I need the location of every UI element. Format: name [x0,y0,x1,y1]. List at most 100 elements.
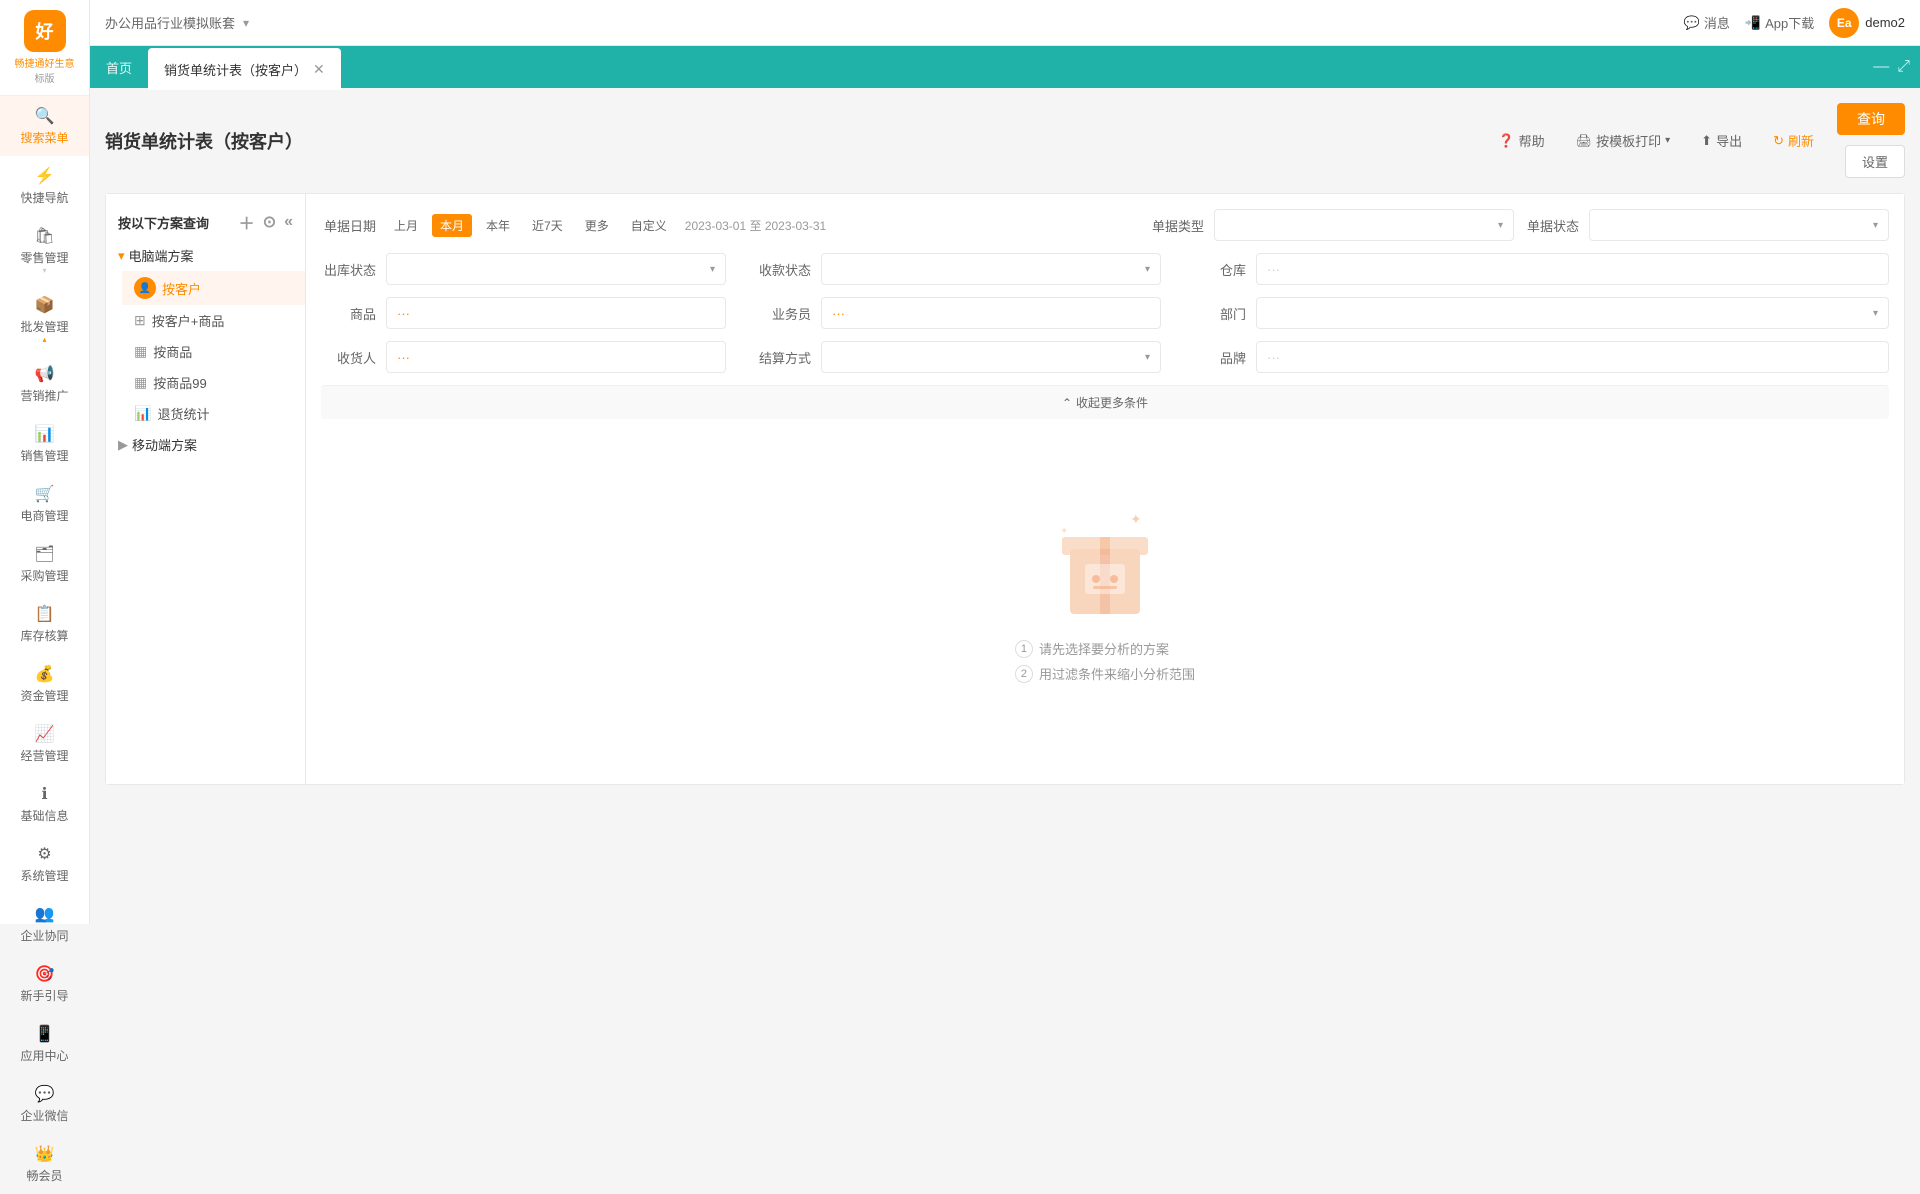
sales-icon: 📊 [35,424,55,444]
tab-home-label: 首页 [106,58,132,77]
sidebar-item-guide[interactable]: 🎯 新手引导 [0,954,89,1014]
tab-close-icon[interactable]: ✕ [313,61,325,78]
sidebar-item-collab[interactable]: 👥 企业协同 [0,894,89,954]
out-status-select[interactable]: ▾ [386,253,726,285]
tree-child-by-goods[interactable]: ▦ 按商品 [122,336,305,367]
tree-desktop-label: 电脑端方案 [129,246,194,265]
date-option-this-month[interactable]: 本月 [432,214,472,237]
sidebar-item-basic[interactable]: ℹ 基础信息 [0,774,89,834]
date-option-this-year[interactable]: 本年 [478,214,518,237]
sidebar-item-wholesale[interactable]: 📦 批发管理 ▴ [0,285,89,354]
appcenter-icon: 📱 [35,1024,55,1044]
export-icon: ⬆ [1701,133,1712,149]
tree-child-label: 按商品 [153,342,192,361]
doc-type-label: 单据类型 [1149,216,1204,235]
tab-sales-stats[interactable]: 销货单统计表（按客户） ✕ [148,48,341,90]
step1-text: 请先选择要分析的方案 [1039,639,1169,658]
salesperson-input[interactable]: ··· [821,297,1161,329]
empty-text: 1 请先选择要分析的方案 2 用过滤条件来缩小分析范围 [1015,639,1195,689]
tree-child-goods99[interactable]: ▦ 按商品99 [122,367,305,398]
tab-home[interactable]: 首页 [90,46,148,88]
sidebar-item-ecommerce[interactable]: 🛒 电商管理 [0,474,89,534]
page-title: 销货单统计表（按客户） [105,128,303,154]
goods-label: 商品 [321,304,376,323]
user-profile[interactable]: Ea demo2 [1829,8,1905,38]
sidebar-item-quicknav[interactable]: ⚡ 快捷导航 [0,156,89,216]
sidebar-item-wechat[interactable]: 💬 企业微信 [0,1074,89,1134]
sidebar-item-retail[interactable]: 🛍 零售管理 ▾ [0,216,89,285]
help-button[interactable]: ❓ 帮助 [1490,127,1552,154]
print-button[interactable]: 🖨 按模板打印 ▾ [1568,127,1679,154]
department-select[interactable]: ▾ [1256,297,1889,329]
user-name: demo2 [1865,15,1905,30]
empty-step1: 1 请先选择要分析的方案 [1015,639,1195,658]
settings-button[interactable]: 设置 [1845,145,1905,178]
collapse-bar[interactable]: ⌃ 收起更多条件 [321,385,1889,419]
export-button[interactable]: ⬆ 导出 [1693,127,1750,154]
sidebar-item-finance[interactable]: 💰 资金管理 [0,654,89,714]
department-label: 部门 [1191,304,1246,323]
receiver-input[interactable]: ··· [386,341,726,373]
tree-mobile-toggle[interactable]: ▶ 移动端方案 [106,429,305,460]
refresh-button[interactable]: ↻ 刷新 [1765,127,1822,154]
sidebar: 好 畅捷通好生意 标版 🔍 搜索菜单 ⚡ 快捷导航 🛍 零售管理 ▾ 📦 批发管… [0,0,90,924]
date-option-7days[interactable]: 近7天 [524,214,571,237]
receiver-label: 收货人 [321,348,376,367]
warehouse-input[interactable]: ··· [1256,253,1889,285]
collapse-panel-icon[interactable]: « [284,213,293,231]
doc-type-select[interactable]: ▾ [1214,209,1514,241]
user-avatar: Ea [1829,8,1859,38]
help-label: 帮助 [1519,131,1545,150]
sidebar-item-appcenter[interactable]: 📱 应用中心 [0,1014,89,1074]
export-label: 导出 [1716,131,1742,150]
message-button[interactable]: 💬 消息 [1684,13,1730,32]
sidebar-item-inventory[interactable]: 📋 库存核算 [0,594,89,654]
sidebar-item-sales[interactable]: 📊 销售管理 [0,414,89,474]
main-area: 办公用品行业模拟账套 ▾ 💬 消息 📲 App下载 Ea demo2 首页 [90,0,1920,924]
date-option-last-month[interactable]: 上月 [386,214,426,237]
print-icon: 🖨 [1576,133,1593,149]
edit-scheme-icon[interactable]: ⊙ [263,212,276,232]
doc-status-label: 单据状态 [1524,216,1579,235]
purchase-label: 采购管理 [20,567,68,584]
ecommerce-label: 电商管理 [20,507,68,524]
app-download-button[interactable]: 📲 App下载 [1745,13,1814,32]
tree-child-by-customer[interactable]: 👤 按客户 [122,271,305,305]
doc-status-select[interactable]: ▾ [1589,209,1889,241]
sidebar-item-search[interactable]: 🔍 搜索菜单 [0,96,89,156]
step2-num: 2 [1015,665,1033,683]
tree-child-customer-goods[interactable]: ⊞ 按客户+商品 [122,305,305,336]
date-option-custom[interactable]: 自定义 [623,214,675,237]
collab-label: 企业协同 [20,927,68,944]
salesperson-dots: ··· [832,306,845,321]
out-status-label: 出库状态 [321,260,376,279]
payment-select[interactable]: ▾ [821,341,1161,373]
empty-step2: 2 用过滤条件来缩小分析范围 [1015,664,1195,683]
logo-icon: 好 [24,10,66,52]
system-icon: ⚙ [37,844,51,864]
logo-text: 畅捷通好生意 [15,55,75,70]
step1-num: 1 [1015,640,1033,658]
filter-row-date: 单据日期 上月 本月 本年 近7天 更多 自定义 2023-03-01 至 20… [321,209,1889,241]
collect-status-select[interactable]: ▾ [821,253,1161,285]
logo-subtitle: 标版 [35,70,55,85]
brand-input[interactable]: ··· [1256,341,1889,373]
tab-minimize-icon[interactable]: — [1873,58,1889,76]
topbar-dropdown-icon[interactable]: ▾ [243,16,249,30]
add-scheme-icon[interactable]: ＋ [239,210,255,234]
sidebar-item-marketing[interactable]: 📢 营销推广 [0,354,89,414]
sidebar-item-purchase[interactable]: 🗂 采购管理 [0,534,89,594]
wholesale-icon: 📦 [35,295,55,315]
tab-maximize-icon[interactable]: ⤢ [1897,58,1910,76]
sidebar-item-member[interactable]: 👑 畅会员 [0,1134,89,1194]
tree-child-returns[interactable]: 📊 退货统计 [122,398,305,429]
sidebar-item-system[interactable]: ⚙ 系统管理 [0,834,89,894]
date-option-more[interactable]: 更多 [577,214,617,237]
query-button[interactable]: 查询 [1837,103,1905,135]
sidebar-item-operations[interactable]: 📈 经营管理 [0,714,89,774]
guide-icon: 🎯 [35,964,55,984]
tree-desktop-toggle[interactable]: ▾ 电脑端方案 [106,240,305,271]
download-icon: 📲 [1745,15,1761,31]
goods-input[interactable]: ··· [386,297,726,329]
system-label: 系统管理 [20,867,68,884]
